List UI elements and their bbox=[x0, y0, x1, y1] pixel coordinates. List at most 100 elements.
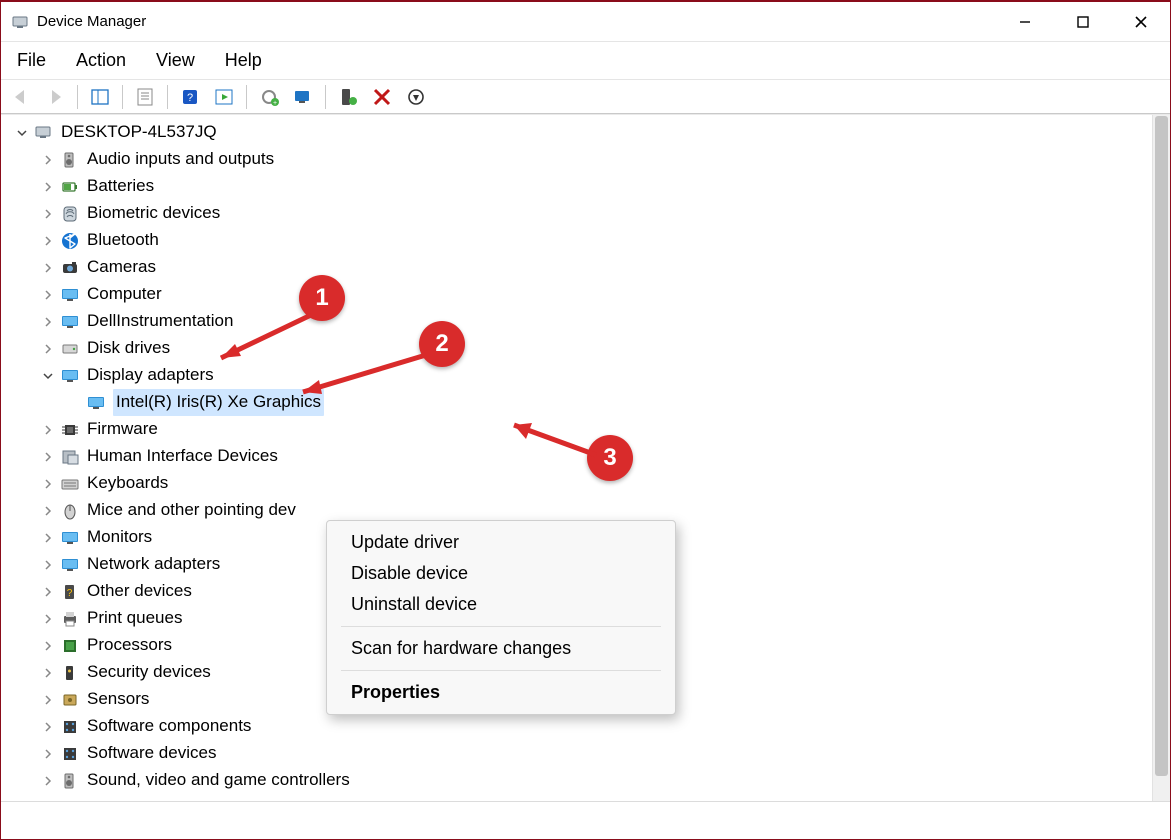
chevron-right-icon[interactable] bbox=[39, 259, 57, 277]
tree-item-label: DESKTOP-4L537JQ bbox=[61, 119, 217, 145]
chevron-right-icon[interactable] bbox=[39, 232, 57, 250]
chevron-right-icon[interactable] bbox=[39, 610, 57, 628]
svg-text:?: ? bbox=[67, 588, 73, 599]
chevron-right-icon[interactable] bbox=[39, 718, 57, 736]
menu-action[interactable]: Action bbox=[74, 48, 128, 73]
tree-item-label: Sound, video and game controllers bbox=[87, 767, 350, 793]
chevron-right-icon[interactable] bbox=[39, 286, 57, 304]
nav-forward-button[interactable] bbox=[39, 83, 71, 111]
show-hide-console-tree-button[interactable] bbox=[84, 83, 116, 111]
tree-category-display-adapters[interactable]: Display adapters bbox=[39, 362, 1152, 389]
chevron-right-icon[interactable] bbox=[39, 556, 57, 574]
enable-device-button[interactable] bbox=[332, 83, 364, 111]
disable-device-button[interactable] bbox=[400, 83, 432, 111]
action-button[interactable] bbox=[208, 83, 240, 111]
tree-category-audio-inputs-and-outputs[interactable]: Audio inputs and outputs bbox=[39, 146, 1152, 173]
tree-item-label: Bluetooth bbox=[87, 227, 159, 253]
update-driver-button[interactable]: + bbox=[253, 83, 285, 111]
tree-category-bluetooth[interactable]: Bluetooth bbox=[39, 227, 1152, 254]
chevron-right-icon[interactable] bbox=[39, 178, 57, 196]
disk-icon bbox=[59, 338, 81, 360]
tree-item-label: Intel(R) Iris(R) Xe Graphics bbox=[113, 389, 324, 415]
tree-category-disk-drives[interactable]: Disk drives bbox=[39, 335, 1152, 362]
tree-category-biometric-devices[interactable]: Biometric devices bbox=[39, 200, 1152, 227]
chevron-right-icon[interactable] bbox=[39, 529, 57, 547]
chevron-down-icon[interactable] bbox=[39, 367, 57, 385]
tree-category-software-devices[interactable]: Software devices bbox=[39, 740, 1152, 767]
ctx-update-driver[interactable]: Update driver bbox=[327, 527, 675, 558]
vertical-scrollbar[interactable] bbox=[1152, 115, 1170, 801]
window-title: Device Manager bbox=[37, 13, 146, 30]
chevron-right-icon[interactable] bbox=[39, 475, 57, 493]
component-icon bbox=[59, 716, 81, 738]
chevron-right-icon[interactable] bbox=[39, 583, 57, 601]
tree-item-label: Keyboards bbox=[87, 470, 168, 496]
maximize-button[interactable] bbox=[1054, 2, 1112, 41]
printer-icon bbox=[59, 608, 81, 630]
help-button[interactable]: ? bbox=[174, 83, 206, 111]
chevron-down-icon[interactable] bbox=[13, 124, 31, 142]
svg-text:?: ? bbox=[187, 92, 193, 104]
chevron-right-icon[interactable] bbox=[39, 151, 57, 169]
chevron-right-icon[interactable] bbox=[39, 691, 57, 709]
tree-category-cameras[interactable]: Cameras bbox=[39, 254, 1152, 281]
tree-category-computer[interactable]: Computer bbox=[39, 281, 1152, 308]
mouse-icon bbox=[59, 500, 81, 522]
tree-item-label: Display adapters bbox=[87, 362, 214, 388]
monitor-icon bbox=[59, 554, 81, 576]
hid-icon bbox=[59, 446, 81, 468]
title-bar: Device Manager bbox=[1, 2, 1170, 42]
computer-root-icon bbox=[33, 122, 55, 144]
ctx-uninstall-device[interactable]: Uninstall device bbox=[327, 589, 675, 620]
menu-file[interactable]: File bbox=[15, 48, 48, 73]
nav-back-button[interactable] bbox=[5, 83, 37, 111]
monitor-icon bbox=[59, 527, 81, 549]
camera-icon bbox=[59, 257, 81, 279]
tree-item-label: Software devices bbox=[87, 740, 216, 766]
tree-category-dellinstrumentation[interactable]: DellInstrumentation bbox=[39, 308, 1152, 335]
scan-hardware-button[interactable] bbox=[287, 83, 319, 111]
client-area: DESKTOP-4L537JQAudio inputs and outputsB… bbox=[1, 114, 1170, 801]
toolbar: ? + bbox=[1, 80, 1170, 114]
ctx-scan-hardware[interactable]: Scan for hardware changes bbox=[327, 633, 675, 664]
scrollbar-thumb[interactable] bbox=[1155, 116, 1168, 776]
tree-root-node[interactable]: DESKTOP-4L537JQ bbox=[13, 119, 1152, 146]
uninstall-device-button[interactable] bbox=[366, 83, 398, 111]
chevron-right-icon[interactable] bbox=[39, 745, 57, 763]
unknown-icon: ? bbox=[59, 581, 81, 603]
svg-text:+: + bbox=[273, 100, 277, 107]
tree-category-sound-video-and-game-controllers[interactable]: Sound, video and game controllers bbox=[39, 767, 1152, 794]
monitor-icon bbox=[59, 311, 81, 333]
tree-item-label: Cameras bbox=[87, 254, 156, 280]
monitor-icon bbox=[59, 284, 81, 306]
tree-category-software-components[interactable]: Software components bbox=[39, 713, 1152, 740]
ctx-properties[interactable]: Properties bbox=[327, 677, 675, 708]
minimize-button[interactable] bbox=[996, 2, 1054, 41]
ctx-disable-device[interactable]: Disable device bbox=[327, 558, 675, 589]
properties-button[interactable] bbox=[129, 83, 161, 111]
sensor-icon bbox=[59, 689, 81, 711]
tree-category-batteries[interactable]: Batteries bbox=[39, 173, 1152, 200]
tree-item-label: Disk drives bbox=[87, 335, 170, 361]
chevron-right-icon[interactable] bbox=[39, 772, 57, 790]
menu-help[interactable]: Help bbox=[223, 48, 264, 73]
tree-item-label: Network adapters bbox=[87, 551, 220, 577]
tree-item-label: Print queues bbox=[87, 605, 182, 631]
annotation-marker-2: 2 bbox=[419, 321, 465, 367]
monitor-icon bbox=[85, 392, 107, 414]
chevron-right-icon[interactable] bbox=[39, 664, 57, 682]
chevron-right-icon[interactable] bbox=[39, 340, 57, 358]
context-menu: Update driver Disable device Uninstall d… bbox=[326, 520, 676, 715]
chevron-right-icon[interactable] bbox=[39, 421, 57, 439]
chevron-right-icon[interactable] bbox=[39, 502, 57, 520]
close-button[interactable] bbox=[1112, 2, 1170, 41]
chevron-right-icon[interactable] bbox=[39, 448, 57, 466]
annotation-marker-1: 1 bbox=[299, 275, 345, 321]
tree-item-label: Monitors bbox=[87, 524, 152, 550]
chevron-right-icon[interactable] bbox=[39, 637, 57, 655]
menu-view[interactable]: View bbox=[154, 48, 197, 73]
chevron-right-icon[interactable] bbox=[39, 313, 57, 331]
tree-device-intel-r-iris-r-xe-graphics[interactable]: Intel(R) Iris(R) Xe Graphics bbox=[65, 389, 1152, 416]
chevron-right-icon[interactable] bbox=[39, 205, 57, 223]
tree-item-label: Software components bbox=[87, 713, 251, 739]
